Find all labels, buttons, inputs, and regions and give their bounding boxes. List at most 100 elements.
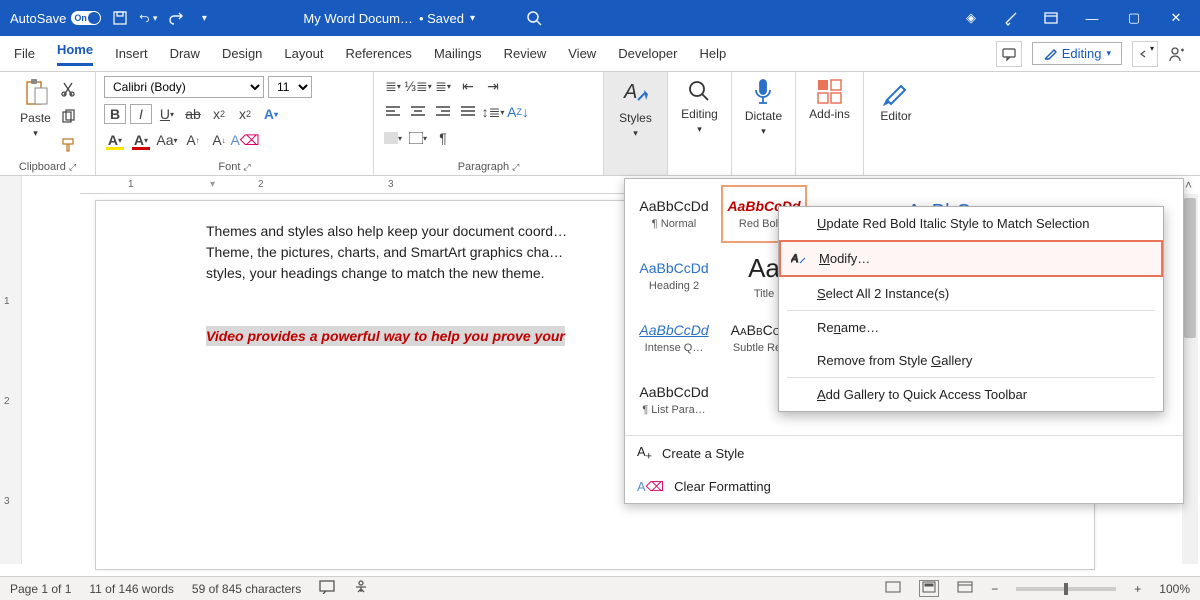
numbering-button[interactable]: ⅓≣▾ (407, 76, 429, 96)
styles-button[interactable]: A Styles▾ (615, 76, 656, 141)
menu-rename[interactable]: Rename… (779, 311, 1163, 344)
multilevel-button[interactable]: ≣▾ (432, 76, 454, 96)
increase-indent-button[interactable]: ⇥ (482, 76, 504, 96)
web-layout-icon[interactable] (957, 581, 973, 596)
search-icon[interactable] (525, 9, 543, 27)
create-style-button[interactable]: A+ Create a Style (625, 436, 1183, 471)
menu-remove-gallery[interactable]: Remove from Style Gallery (779, 344, 1163, 377)
print-layout-icon[interactable] (919, 580, 939, 597)
focus-view-icon[interactable] (885, 581, 901, 596)
zoom-out-button[interactable]: − (991, 582, 998, 596)
paste-button[interactable]: Paste▾ (16, 76, 55, 141)
font-size-select[interactable]: 11 (268, 76, 312, 98)
vertical-ruler[interactable]: 123 (0, 176, 22, 564)
menu-select-all[interactable]: Select All 2 Instance(s) (779, 277, 1163, 310)
zoom-slider[interactable] (1016, 587, 1116, 591)
vertical-scrollbar[interactable] (1182, 194, 1198, 564)
status-words[interactable]: 11 of 146 words (89, 582, 174, 596)
justify-button[interactable] (457, 102, 479, 122)
align-right-button[interactable] (432, 102, 454, 122)
comments-button[interactable] (996, 41, 1022, 67)
highlight-button[interactable]: A▾ (104, 130, 126, 150)
status-chars[interactable]: 59 of 845 characters (192, 582, 301, 596)
autosave-toggle[interactable]: AutoSave On (10, 11, 101, 26)
document-title[interactable]: My Word Docum… • Saved ▾ (303, 11, 475, 26)
person-icon[interactable] (1168, 45, 1186, 63)
menu-add-qat[interactable]: Add Gallery to Quick Access Toolbar (779, 378, 1163, 411)
tab-insert[interactable]: Insert (115, 46, 148, 61)
accessibility-icon[interactable] (353, 580, 369, 597)
align-left-button[interactable] (382, 102, 404, 122)
text-effects-button[interactable]: A▾ (260, 104, 282, 124)
sort-button[interactable]: AZ↓ (507, 102, 529, 122)
paragraph-group-label: Paragraph⤢ (458, 161, 520, 175)
superscript-button[interactable]: x2 (234, 104, 256, 124)
font-color-button[interactable]: A▾ (130, 130, 152, 150)
ribbon: Paste▾ Clipboard⤢ Calibri (Body) 11 B I … (0, 72, 1200, 176)
maximize-button[interactable]: ▢ (1124, 9, 1144, 27)
spellcheck-icon[interactable] (319, 580, 335, 597)
strikethrough-button[interactable]: ab (182, 104, 204, 124)
decrease-indent-button[interactable]: ⇤ (457, 76, 479, 96)
style-gallery-item[interactable]: AaBbCcDdIntense Q… (631, 309, 717, 367)
tab-review[interactable]: Review (504, 46, 547, 61)
tab-help[interactable]: Help (699, 46, 726, 61)
editing-find-button[interactable]: Editing▾ (677, 76, 722, 137)
change-case-button[interactable]: Aa▾ (156, 130, 178, 150)
tab-developer[interactable]: Developer (618, 46, 677, 61)
shrink-font-button[interactable]: A↓ (208, 130, 230, 150)
tab-file[interactable]: File (14, 46, 35, 61)
qat-dropdown-icon[interactable]: ▾ (195, 9, 213, 27)
window-icon[interactable] (1042, 9, 1060, 27)
close-button[interactable]: ✕ (1166, 9, 1186, 27)
brush-icon[interactable] (1002, 9, 1020, 27)
diamond-icon[interactable]: ◈ (962, 9, 980, 27)
tab-mailings[interactable]: Mailings (434, 46, 482, 61)
editing-mode-button[interactable]: Editing▾ (1032, 42, 1122, 65)
italic-button[interactable]: I (130, 104, 152, 124)
tab-layout[interactable]: Layout (284, 46, 323, 61)
tab-home[interactable]: Home (57, 42, 93, 66)
addins-button[interactable]: Add-ins (805, 76, 854, 123)
zoom-level[interactable]: 100% (1159, 582, 1190, 596)
zoom-in-button[interactable]: + (1134, 582, 1141, 596)
shading-button[interactable]: ▾ (382, 128, 404, 148)
subscript-button[interactable]: x2 (208, 104, 230, 124)
cut-icon[interactable] (57, 78, 79, 100)
bold-button[interactable]: B (104, 104, 126, 124)
borders-button[interactable]: ▾ (407, 128, 429, 148)
tab-view[interactable]: View (568, 46, 596, 61)
modify-style-icon: A (791, 251, 807, 267)
menu-update-style[interactable]: Update Red Bold Italic Style to Match Se… (779, 207, 1163, 240)
format-painter-icon[interactable] (57, 134, 79, 156)
line-spacing-button[interactable]: ↕≣▾ (482, 102, 504, 122)
underline-button[interactable]: U▾ (156, 104, 178, 124)
minimize-button[interactable]: — (1082, 9, 1102, 27)
font-name-select[interactable]: Calibri (Body) (104, 76, 264, 98)
status-page[interactable]: Page 1 of 1 (10, 582, 71, 596)
show-marks-button[interactable]: ¶ (432, 128, 454, 148)
undo-icon[interactable]: ▾ (139, 9, 157, 27)
tab-design[interactable]: Design (222, 46, 262, 61)
dictate-button[interactable]: Dictate▾ (741, 76, 786, 139)
status-bar: Page 1 of 1 11 of 146 words 59 of 845 ch… (0, 576, 1200, 600)
style-gallery-item[interactable]: AaBbCcDd¶ List Para… (631, 371, 717, 429)
clear-format-icon[interactable]: A⌫ (234, 130, 256, 150)
save-icon[interactable] (111, 9, 129, 27)
grow-font-button[interactable]: A↑ (182, 130, 204, 150)
style-gallery-item[interactable]: AaBbCcDdHeading 2 (631, 247, 717, 305)
selected-text[interactable]: Video provides a powerful way to help yo… (206, 326, 565, 346)
tab-draw[interactable]: Draw (170, 46, 200, 61)
redo-icon[interactable] (167, 9, 185, 27)
tab-references[interactable]: References (345, 46, 411, 61)
editor-button[interactable]: Editor (876, 76, 915, 125)
font-group-label: Font⤢ (218, 161, 250, 175)
menu-modify[interactable]: A Modify… (779, 240, 1163, 277)
align-center-button[interactable] (407, 102, 429, 122)
bullets-button[interactable]: ≣▾ (382, 76, 404, 96)
clear-formatting-button[interactable]: A⌫ Clear Formatting (625, 471, 1183, 503)
body-text: styles, your headings change to match th… (206, 265, 545, 281)
share-button[interactable]: ▾ (1132, 41, 1158, 67)
copy-icon[interactable] (57, 106, 79, 128)
style-gallery-item[interactable]: AaBbCcDd¶ Normal (631, 185, 717, 243)
